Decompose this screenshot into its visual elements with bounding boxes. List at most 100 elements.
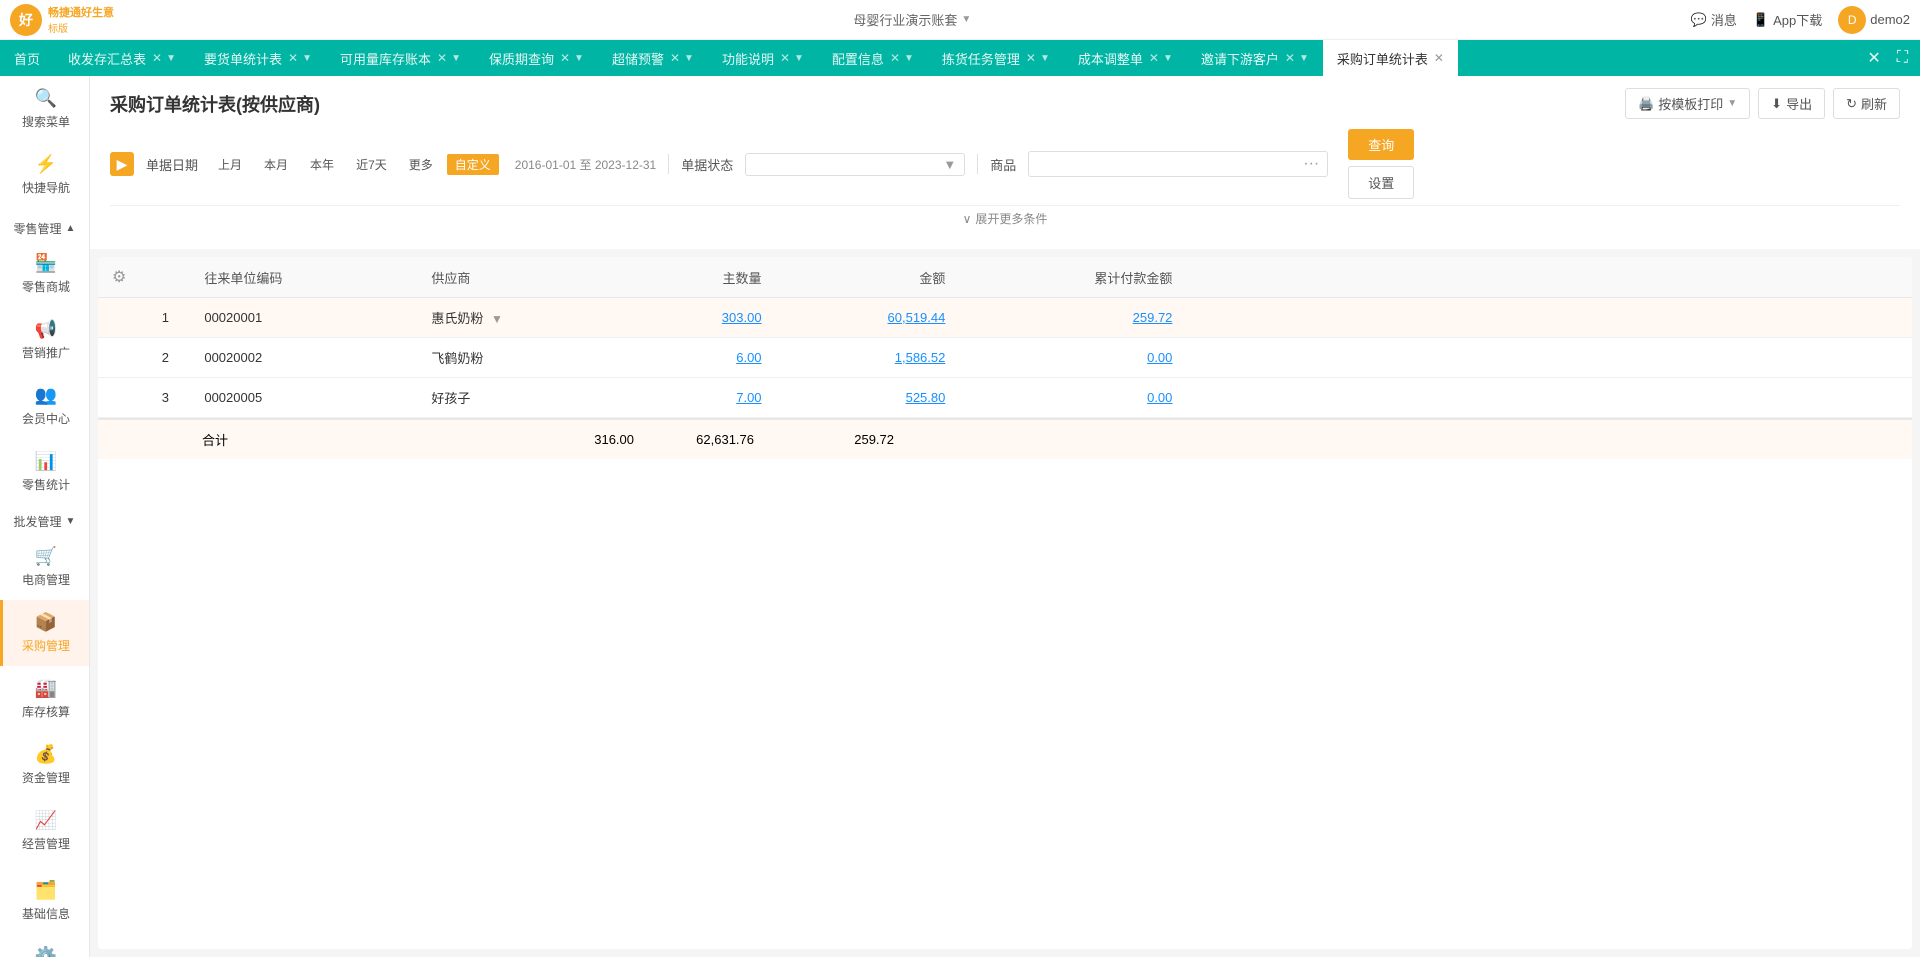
cell-expand-1	[98, 298, 140, 338]
shop-icon: 🏪	[35, 253, 57, 274]
cell-paid-1: 259.72	[959, 298, 1186, 338]
workspace-dropdown-icon: ▼	[961, 14, 971, 25]
sidebar-item-retail-shop[interactable]: 🏪 零售商城	[0, 241, 89, 307]
sidebar-item-member[interactable]: 👥 会员中心	[0, 373, 89, 439]
table-row: 1 00020001 惠氏奶粉 ▼ 303.00 60,519.44	[98, 298, 1912, 338]
logo-area: 好 畅捷通好生意 标版	[10, 4, 114, 36]
tab-cost-adjust[interactable]: 成本调整单 ✕ ▼	[1064, 40, 1187, 76]
query-button[interactable]: 查询	[1348, 129, 1414, 160]
refresh-icon: ↻	[1846, 96, 1857, 112]
tab-close-icon[interactable]: ✕	[152, 51, 162, 65]
sidebar-group-retail[interactable]: 零售管理 ▲	[0, 212, 89, 241]
tab-close-icon[interactable]: ✕	[1285, 51, 1295, 65]
cell-supplier-name-2: 飞鹤奶粉	[417, 338, 630, 378]
table-footer: 合计 316.00 62,631.76 259.72	[98, 418, 1912, 459]
date-shortcuts: 上月 本月 本年 近7天 更多 自定义	[210, 154, 499, 175]
tab-expiry-query[interactable]: 保质期查询 ✕ ▼	[475, 40, 598, 76]
sidebar-item-retail-stats[interactable]: 📊 零售统计	[0, 439, 89, 505]
tab-arrow-icon: ▼	[574, 53, 584, 64]
sidebar-item-basic-info[interactable]: 🗂️ 基础信息	[0, 868, 89, 934]
tab-arrow-icon: ▼	[1299, 53, 1309, 64]
refresh-button[interactable]: ↻ 刷新	[1833, 88, 1900, 119]
goods-filter-input[interactable]	[1037, 157, 1303, 172]
date-shortcut-7days[interactable]: 近7天	[348, 154, 395, 175]
export-icon: ⬇	[1771, 96, 1782, 112]
tab-available-ledger[interactable]: 可用量库存账本 ✕ ▼	[326, 40, 475, 76]
maximize-button[interactable]: ⛶	[1893, 47, 1912, 69]
message-button[interactable]: 💬 消息	[1691, 10, 1737, 29]
col-supplier-name: 供应商	[417, 257, 630, 298]
tab-overstock-warning[interactable]: 超储预警 ✕ ▼	[598, 40, 708, 76]
export-button[interactable]: ⬇ 导出	[1758, 88, 1825, 119]
filter-toggle-button[interactable]: ▶	[110, 152, 134, 176]
finance-icon: 💰	[35, 744, 57, 765]
cell-supplier-name-3: 好孩子	[417, 378, 630, 418]
print-button[interactable]: 🖨️ 按模板打印 ▼	[1625, 88, 1750, 119]
tab-order-stats[interactable]: 要货单统计表 ✕ ▼	[190, 40, 326, 76]
expand-more-button[interactable]: ∨ 展开更多条件	[110, 205, 1900, 231]
cell-amount-1: 60,519.44	[776, 298, 960, 338]
tab-close-icon[interactable]: ✕	[288, 51, 298, 65]
sidebar-item-operations[interactable]: 📈 经营管理	[0, 798, 89, 864]
goods-more-icon[interactable]: ···	[1303, 155, 1319, 173]
print-icon: 🖨️	[1638, 96, 1654, 112]
tab-arrow-icon: ▼	[1040, 53, 1050, 64]
tab-close-icon[interactable]: ✕	[1434, 51, 1444, 65]
sidebar-item-quicknav[interactable]: ⚡ 快捷导航	[0, 142, 89, 208]
filter-separator-2	[977, 154, 978, 174]
row-expand-icon-1[interactable]: ▼	[491, 312, 503, 326]
cell-supplier-code-2: 00020002	[190, 338, 417, 378]
tab-close-icon[interactable]: ✕	[1149, 51, 1159, 65]
tab-receive-summary[interactable]: 收发存汇总表 ✕ ▼	[54, 40, 190, 76]
tab-close-icon[interactable]: ✕	[780, 51, 790, 65]
sidebar-item-purchase[interactable]: 📦 采购管理	[0, 600, 89, 666]
status-dropdown-icon[interactable]: ▼	[943, 157, 956, 172]
member-icon: 👥	[35, 385, 57, 406]
cell-rownum-2: 2	[140, 338, 190, 378]
col-paid-amount: 累计付款金额	[959, 257, 1186, 298]
tab-close-icon[interactable]: ✕	[670, 51, 680, 65]
tab-close-icon[interactable]: ✕	[560, 51, 570, 65]
tab-picking-task[interactable]: 拣货任务管理 ✕ ▼	[928, 40, 1064, 76]
chevron-up-icon: ▲	[66, 223, 76, 234]
date-shortcut-this-year[interactable]: 本年	[302, 154, 342, 175]
col-quantity: 主数量	[630, 257, 775, 298]
close-tab-button[interactable]: ✕	[1863, 46, 1884, 70]
tab-close-icon[interactable]: ✕	[437, 51, 447, 65]
settings-button[interactable]: 设置	[1348, 166, 1414, 199]
date-shortcut-last-month[interactable]: 上月	[210, 154, 250, 175]
cell-expand-3	[98, 378, 140, 418]
status-filter-input[interactable]	[754, 157, 939, 172]
col-rownum	[140, 257, 190, 298]
tab-function-desc[interactable]: 功能说明 ✕ ▼	[708, 40, 818, 76]
tab-config-info[interactable]: 配置信息 ✕ ▼	[818, 40, 928, 76]
footer-quantity: 316.00	[548, 432, 648, 447]
date-custom-badge[interactable]: 自定义	[447, 154, 499, 175]
sidebar-item-system[interactable]: ⚙️ 系统管理	[0, 934, 89, 957]
tab-purchase-order-stats[interactable]: 采购订单统计表 ✕	[1323, 40, 1458, 76]
sidebar-item-search[interactable]: 🔍 搜索菜单	[0, 76, 89, 142]
tab-invite-downstream[interactable]: 邀请下游客户 ✕ ▼	[1187, 40, 1323, 76]
cell-supplier-code-1: 00020001	[190, 298, 417, 338]
tab-home[interactable]: 首页	[0, 40, 54, 76]
sidebar-item-finance[interactable]: 💰 资金管理	[0, 732, 89, 798]
page-header-actions: 🖨️ 按模板打印 ▼ ⬇ 导出 ↻ 刷新	[1625, 88, 1900, 119]
workspace-selector[interactable]: 母婴行业演示账套 ▼	[853, 10, 971, 29]
tab-close-icon[interactable]: ✕	[1026, 51, 1036, 65]
tab-arrow-icon: ▼	[302, 53, 312, 64]
date-shortcut-more[interactable]: 更多	[401, 154, 441, 175]
date-shortcut-this-month[interactable]: 本月	[256, 154, 296, 175]
sidebar-item-ecommerce[interactable]: 🛒 电商管理	[0, 534, 89, 600]
sidebar-item-marketing[interactable]: 📢 营销推广	[0, 307, 89, 373]
ecommerce-icon: 🛒	[35, 546, 57, 567]
table-settings-icon[interactable]: ⚙	[112, 269, 126, 286]
cell-amount-2: 1,586.52	[776, 338, 960, 378]
sidebar-item-inventory[interactable]: 🏭 库存核算	[0, 666, 89, 732]
user-profile[interactable]: D demo2	[1838, 6, 1910, 34]
cell-paid-3: 0.00	[959, 378, 1186, 418]
sidebar-group-wholesale[interactable]: 批发管理 ▼	[0, 505, 89, 534]
tab-close-icon[interactable]: ✕	[890, 51, 900, 65]
app-download-button[interactable]: 📱 App下载	[1753, 10, 1822, 29]
table-header-row: ⚙ 往来单位编码 供应商 主数量 金额 累计付款金额	[98, 257, 1912, 298]
status-filter-wrapper: ▼	[745, 153, 965, 176]
